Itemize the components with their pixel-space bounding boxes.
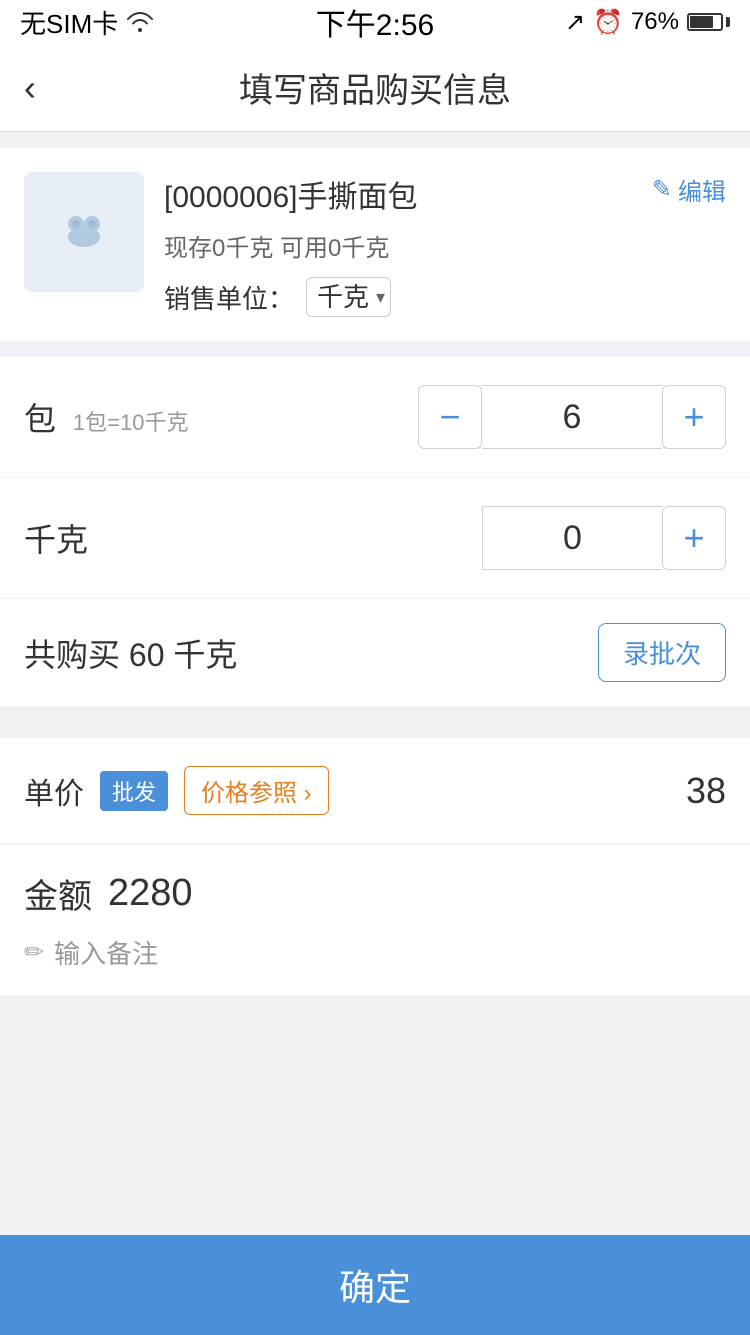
quantity-section: 包 1包=10千克 − + 千克 + (0, 357, 750, 599)
edit-button[interactable]: ✎ 编辑 (652, 172, 726, 207)
qty-row-kg: 千克 + (0, 478, 750, 599)
status-left: 无SIM卡 (20, 4, 154, 41)
status-bar: 无SIM卡 下午2:56 ↗ ⏰ 76% (0, 0, 750, 44)
product-image (24, 172, 144, 292)
product-unit-row: 销售单位： 千克 ▾ (164, 277, 726, 317)
qty-label-kg: 千克 (24, 515, 482, 561)
qty-controls-kg: + (482, 506, 726, 570)
bottom-spacer (0, 995, 750, 1235)
price-reference-button[interactable]: 价格参照 › (184, 766, 329, 815)
price-section: 单价 批发 价格参照 › 38 (0, 738, 750, 843)
product-card: [0000006]手撕面包 现存0千克 可用0千克 销售单位： 千克 ▾ ✎ 编… (0, 148, 750, 341)
confirm-button-label: 确定 (339, 1259, 411, 1311)
unit-select[interactable]: 千克 (306, 277, 391, 317)
edit-label: 编辑 (678, 172, 726, 207)
qty-plus-button-bao[interactable]: + (662, 385, 726, 449)
qty-label-bao: 包 1包=10千克 (24, 394, 418, 440)
confirm-bar[interactable]: 确定 (0, 1235, 750, 1335)
pencil-icon: ✏ (24, 938, 44, 967)
price-value: 38 (686, 770, 726, 812)
note-placeholder: 输入备注 (54, 934, 158, 971)
price-label: 单价 (24, 769, 84, 813)
edit-icon: ✎ (652, 175, 672, 204)
note-row[interactable]: ✏ 输入备注 (24, 934, 726, 987)
page-title: 填写商品购买信息 (239, 63, 511, 112)
wholesale-tag: 批发 (100, 771, 168, 811)
qty-input-kg[interactable] (482, 506, 662, 570)
product-info: [0000006]手撕面包 现存0千克 可用0千克 销售单位： 千克 ▾ (164, 172, 726, 317)
location-icon: ↗ (565, 8, 585, 37)
section-separator-1 (0, 341, 750, 357)
battery-percent: 76% (631, 8, 679, 36)
qty-row-bao: 包 1包=10千克 − + (0, 357, 750, 478)
qty-minus-button-bao[interactable]: − (418, 385, 482, 449)
alarm-icon: ⏰ (593, 8, 623, 37)
unit-label: 销售单位： (164, 279, 294, 316)
wifi-icon (126, 12, 154, 32)
unit-select-wrapper[interactable]: 千克 ▾ (306, 277, 391, 317)
qty-controls-bao: − + (418, 385, 726, 449)
section-separator-2 (0, 706, 750, 722)
summary-row: 共购买 60 千克 录批次 (0, 599, 750, 706)
carrier-text: 无SIM卡 (20, 4, 118, 41)
qty-plus-button-kg[interactable]: + (662, 506, 726, 570)
amount-row: 金额 2280 (24, 869, 726, 918)
status-time: 下午2:56 (316, 0, 434, 44)
product-name: [0000006]手撕面包 (164, 172, 726, 216)
back-button[interactable]: ‹ (24, 67, 36, 109)
qty-input-bao[interactable] (482, 385, 662, 449)
nav-bar: ‹ 填写商品购买信息 (0, 44, 750, 132)
price-reference-label: 价格参照 › (201, 773, 312, 808)
status-right: ↗ ⏰ 76% (565, 8, 730, 37)
amount-label: 金额 (24, 869, 92, 918)
product-stock: 现存0千克 可用0千克 (164, 228, 726, 263)
qty-sublabel-bao: 1包=10千克 (73, 410, 189, 435)
amount-value: 2280 (108, 872, 193, 915)
summary-text: 共购买 60 千克 (24, 630, 237, 676)
amount-section: 金额 2280 ✏ 输入备注 (0, 845, 750, 995)
batch-button[interactable]: 录批次 (598, 623, 726, 682)
battery-icon (687, 13, 730, 31)
